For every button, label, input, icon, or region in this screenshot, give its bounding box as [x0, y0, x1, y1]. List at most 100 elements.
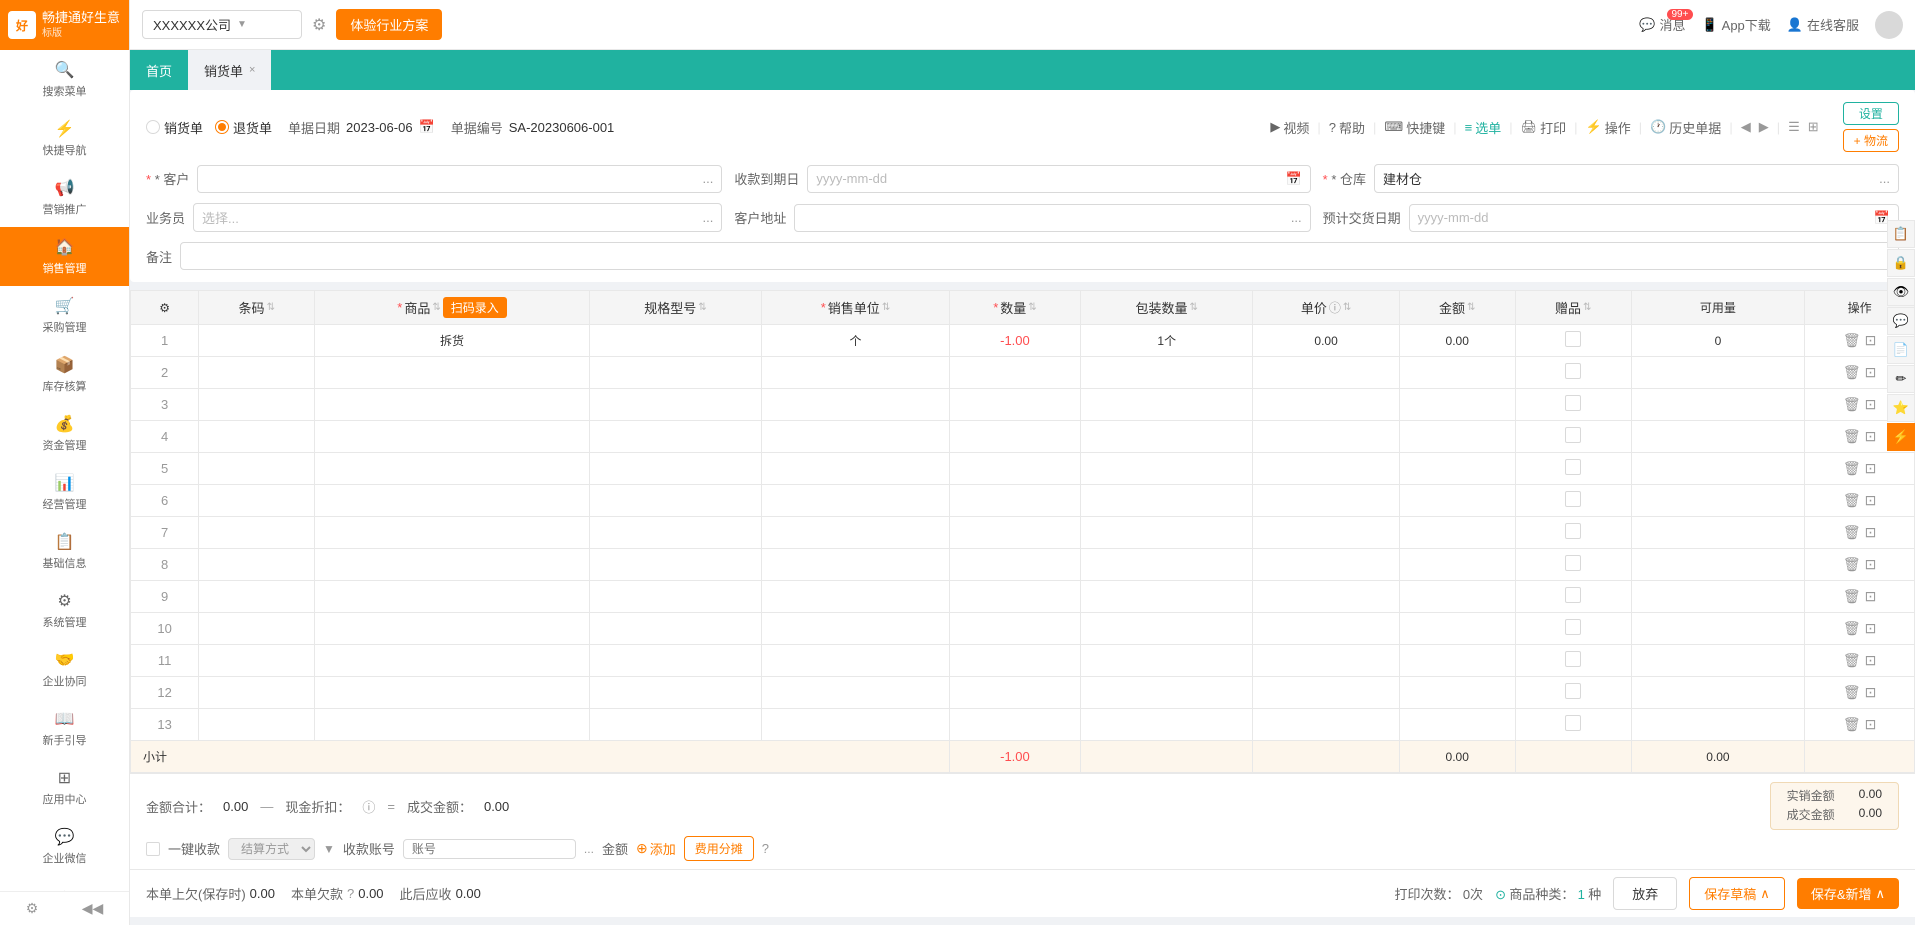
add-payment-button[interactable]: ⊕ 添加	[636, 839, 676, 858]
sidebar-item-system[interactable]: ⚙ 系统管理	[0, 581, 129, 640]
row-amount[interactable]: 0.00	[1399, 325, 1515, 357]
row-spec[interactable]	[589, 421, 761, 453]
row-product[interactable]	[315, 485, 590, 517]
company-selector[interactable]: XXXXXX公司 ▼	[142, 10, 302, 39]
copy-icon[interactable]: ⊡	[1865, 556, 1877, 573]
nav-next-icon[interactable]: ▶	[1759, 119, 1769, 135]
sidebar-item-guide[interactable]: 📖 新手引导	[0, 699, 129, 758]
help-link[interactable]: ? 帮助	[1329, 118, 1365, 137]
select-list-link[interactable]: ≡ 选单	[1465, 118, 1502, 137]
row-pack-qty[interactable]	[1081, 645, 1253, 677]
row-spec[interactable]	[589, 677, 761, 709]
product-kind-link[interactable]: 1	[1578, 887, 1585, 902]
gift-checkbox[interactable]	[1565, 395, 1581, 411]
expense-help-icon[interactable]: ?	[762, 841, 769, 856]
scan-button[interactable]: 扫码录入	[443, 297, 507, 318]
sidebar-item-wecom[interactable]: 💬 企业微信	[0, 817, 129, 876]
row-spec[interactable]	[589, 709, 761, 741]
row-unit-price[interactable]	[1253, 389, 1399, 421]
row-quantity[interactable]: -1.00	[949, 325, 1080, 357]
header-settings-icon[interactable]: ⚙	[312, 15, 326, 35]
video-link[interactable]: ▶ 视频	[1270, 118, 1309, 137]
row-quantity[interactable]	[949, 421, 1080, 453]
row-unit[interactable]	[762, 389, 950, 421]
delete-icon[interactable]: 🗑	[1843, 364, 1861, 381]
settlement-method-select[interactable]: 结算方式	[228, 838, 315, 860]
row-spec[interactable]	[589, 357, 761, 389]
row-product[interactable]	[315, 677, 590, 709]
gift-checkbox[interactable]	[1565, 587, 1581, 603]
gift-sort-icon[interactable]: ⇅	[1583, 302, 1591, 313]
user-avatar[interactable]	[1875, 11, 1903, 39]
copy-icon[interactable]: ⊡	[1865, 396, 1877, 413]
row-quantity[interactable]	[949, 549, 1080, 581]
row-pack-qty[interactable]	[1081, 389, 1253, 421]
right-icon-comment[interactable]: 💬	[1887, 307, 1915, 335]
amount-sort-icon[interactable]: ⇅	[1467, 302, 1475, 313]
right-icon-clipboard[interactable]: 📋	[1887, 220, 1915, 248]
sidebar-item-purchase[interactable]: 🛒 采购管理	[0, 286, 129, 345]
quantity-sort-icon[interactable]: ⇅	[1028, 302, 1036, 313]
copy-icon[interactable]: ⊡	[1865, 364, 1877, 381]
row-pack-qty[interactable]	[1081, 421, 1253, 453]
gift-checkbox[interactable]	[1565, 459, 1581, 475]
row-pack-qty[interactable]	[1081, 517, 1253, 549]
delete-icon[interactable]: 🗑	[1843, 460, 1861, 477]
row-unit[interactable]	[762, 357, 950, 389]
row-pack-qty[interactable]	[1081, 453, 1253, 485]
row-quantity[interactable]	[949, 581, 1080, 613]
row-product[interactable]	[315, 613, 590, 645]
row-unit-price[interactable]	[1253, 613, 1399, 645]
shortcut-link[interactable]: ⌨ 快捷键	[1384, 118, 1445, 137]
unit-sort-icon[interactable]: ⇅	[882, 302, 890, 313]
row-spec[interactable]	[589, 517, 761, 549]
remark-input[interactable]	[180, 242, 1899, 270]
right-icon-eye[interactable]: 👁	[1887, 278, 1915, 306]
row-pack-qty[interactable]	[1081, 485, 1253, 517]
row-amount[interactable]	[1399, 389, 1515, 421]
row-barcode[interactable]	[199, 453, 315, 485]
sidebar-item-finance[interactable]: 💰 资金管理	[0, 404, 129, 463]
row-unit[interactable]	[762, 453, 950, 485]
cash-discount-info-icon[interactable]: ⓘ	[362, 797, 375, 816]
row-amount[interactable]	[1399, 453, 1515, 485]
row-product[interactable]	[315, 581, 590, 613]
sidebar-item-marketing[interactable]: 📢 营销推广	[0, 168, 129, 227]
row-unit-price[interactable]	[1253, 645, 1399, 677]
one-click-pay-checkbox[interactable]	[146, 842, 160, 856]
right-icon-star[interactable]: ⭐	[1887, 394, 1915, 422]
row-amount[interactable]	[1399, 357, 1515, 389]
row-spec[interactable]	[589, 549, 761, 581]
row-spec[interactable]	[589, 389, 761, 421]
price-sort-icon[interactable]: ⇅	[1343, 302, 1351, 313]
row-unit-price[interactable]	[1253, 677, 1399, 709]
tab-sales-order[interactable]: 销货单 ×	[188, 50, 271, 90]
delete-icon[interactable]: 🗑	[1843, 332, 1861, 349]
row-unit[interactable]	[762, 613, 950, 645]
delete-icon[interactable]: 🗑	[1843, 588, 1861, 605]
row-pack-qty[interactable]	[1081, 709, 1253, 741]
salesperson-input[interactable]: 选择... ...	[193, 203, 722, 232]
copy-icon[interactable]: ⊡	[1865, 684, 1877, 701]
row-quantity[interactable]	[949, 485, 1080, 517]
row-unit-price[interactable]	[1253, 357, 1399, 389]
row-quantity[interactable]	[949, 677, 1080, 709]
row-product[interactable]	[315, 421, 590, 453]
right-icon-active[interactable]: ⚡	[1887, 423, 1915, 451]
barcode-sort-icon[interactable]: ⇅	[267, 302, 275, 313]
gift-checkbox[interactable]	[1565, 619, 1581, 635]
radio-sales-order[interactable]: 销货单	[146, 118, 203, 137]
copy-icon[interactable]: ⊡	[1865, 460, 1877, 477]
row-product[interactable]	[315, 389, 590, 421]
row-spec[interactable]	[589, 613, 761, 645]
row-product[interactable]	[315, 453, 590, 485]
row-unit-price[interactable]	[1253, 485, 1399, 517]
copy-icon[interactable]: ⊡	[1865, 588, 1877, 605]
sidebar-settings-icon[interactable]: ⚙	[26, 900, 39, 917]
nav-prev-icon[interactable]: ◀	[1741, 119, 1751, 135]
copy-icon[interactable]: ⊡	[1865, 492, 1877, 509]
customer-address-input[interactable]: ...	[794, 204, 1310, 232]
save-new-button[interactable]: 保存&新增 ∧	[1797, 878, 1899, 909]
row-amount[interactable]	[1399, 581, 1515, 613]
row-product[interactable]	[315, 357, 590, 389]
